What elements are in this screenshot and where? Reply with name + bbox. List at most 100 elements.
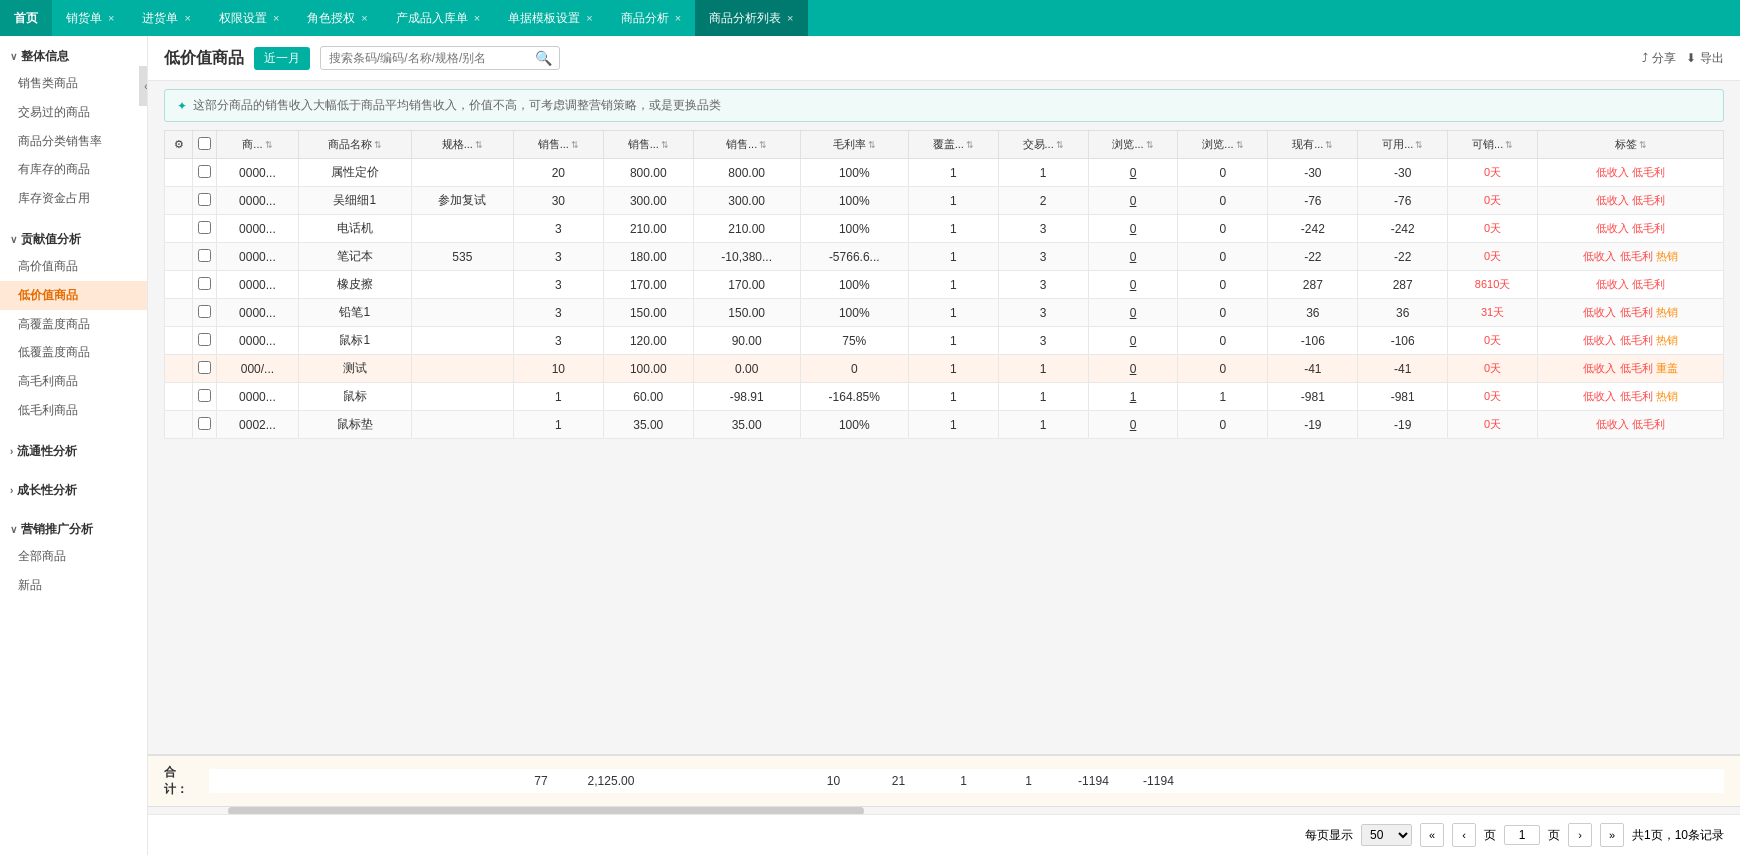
next-page-button[interactable]: › (1568, 823, 1592, 847)
page-input[interactable] (1504, 825, 1540, 845)
horizontal-scrollbar[interactable] (148, 806, 1740, 814)
close-icon[interactable]: × (586, 12, 592, 24)
row-transaction: 1 (998, 159, 1088, 187)
col-spec[interactable]: 规格...⇅ (411, 131, 513, 159)
nav-product-analysis[interactable]: 商品分析 × (607, 0, 695, 36)
col-current-stock[interactable]: 现有...⇅ (1268, 131, 1358, 159)
col-view2[interactable]: 浏览...⇅ (1178, 131, 1268, 159)
row-checkbox[interactable] (198, 249, 211, 262)
col-transaction[interactable]: 交易...⇅ (998, 131, 1088, 159)
col-sales-amount[interactable]: 销售...⇅ (603, 131, 693, 159)
view1-link[interactable]: 0 (1130, 306, 1137, 320)
view1-link[interactable]: 0 (1130, 334, 1137, 348)
share-button[interactable]: ⤴ 分享 (1642, 50, 1676, 67)
view1-link[interactable]: 0 (1130, 250, 1137, 264)
row-view1[interactable]: 1 (1088, 383, 1178, 411)
close-icon[interactable]: × (184, 12, 190, 24)
row-checkbox[interactable] (198, 389, 211, 402)
col-available[interactable]: 可用...⇅ (1358, 131, 1448, 159)
select-all-checkbox[interactable] (198, 137, 211, 150)
view1-link[interactable]: 0 (1130, 278, 1137, 292)
view1-link[interactable]: 0 (1130, 222, 1137, 236)
sidebar-group-title-overall[interactable]: ∨ 整体信息 (0, 42, 147, 69)
row-view1[interactable]: 0 (1088, 215, 1178, 243)
export-button[interactable]: ⬇ 导出 (1686, 50, 1724, 67)
col-sales-profit[interactable]: 销售...⇅ (693, 131, 800, 159)
col-code[interactable]: 商...⇅ (217, 131, 299, 159)
nav-product-analysis-list[interactable]: 商品分析列表 × (695, 0, 807, 36)
prev-page-button[interactable]: ‹ (1452, 823, 1476, 847)
close-icon[interactable]: × (787, 12, 793, 24)
sidebar-item-low-margin[interactable]: 低毛利商品 (0, 396, 147, 425)
sidebar-item-stocked-products[interactable]: 有库存的商品 (0, 155, 147, 184)
first-page-button[interactable]: « (1420, 823, 1444, 847)
row-checkbox[interactable] (198, 221, 211, 234)
close-icon[interactable]: × (675, 12, 681, 24)
sidebar-group-title-marketing[interactable]: ∨ 营销推广分析 (0, 515, 147, 542)
view1-link[interactable]: 1 (1130, 390, 1137, 404)
sidebar-group-title-growth[interactable]: › 成长性分析 (0, 476, 147, 503)
sidebar-group-title-liquidity[interactable]: › 流通性分析 (0, 437, 147, 464)
nav-permissions[interactable]: 权限设置 × (205, 0, 293, 36)
col-margin[interactable]: 毛利率⇅ (800, 131, 908, 159)
sidebar-item-low-value[interactable]: 低价值商品 (0, 281, 147, 310)
close-icon[interactable]: × (474, 12, 480, 24)
col-settings[interactable]: ⚙ (165, 131, 193, 159)
col-saleable[interactable]: 可销...⇅ (1448, 131, 1538, 159)
sidebar-item-new-products[interactable]: 新品 (0, 571, 147, 600)
sidebar-item-high-margin[interactable]: 高毛利商品 (0, 367, 147, 396)
row-view1[interactable]: 0 (1088, 327, 1178, 355)
row-checkbox[interactable] (198, 361, 211, 374)
sidebar-item-category-sales-rate[interactable]: 商品分类销售率 (0, 127, 147, 156)
view1-link[interactable]: 0 (1130, 194, 1137, 208)
row-view1[interactable]: 0 (1088, 243, 1178, 271)
row-checkbox[interactable] (198, 305, 211, 318)
sidebar-collapse-btn[interactable]: « (139, 66, 148, 106)
row-view1[interactable]: 0 (1088, 159, 1178, 187)
nav-purchase-order[interactable]: 进货单 × (128, 0, 204, 36)
col-tags[interactable]: 标签⇅ (1538, 131, 1724, 159)
row-view1[interactable]: 0 (1088, 411, 1178, 439)
row-view1[interactable]: 0 (1088, 355, 1178, 383)
row-view1[interactable]: 0 (1088, 187, 1178, 215)
col-coverage[interactable]: 覆盖...⇅ (908, 131, 998, 159)
sidebar-item-all-products[interactable]: 全部商品 (0, 542, 147, 571)
close-icon[interactable]: × (361, 12, 367, 24)
search-input[interactable] (320, 46, 560, 70)
sidebar-item-low-coverage[interactable]: 低覆盖度商品 (0, 338, 147, 367)
row-checkbox[interactable] (198, 193, 211, 206)
col-view1[interactable]: 浏览...⇅ (1088, 131, 1178, 159)
row-checkbox[interactable] (198, 417, 211, 430)
row-checkbox[interactable] (198, 333, 211, 346)
row-view1[interactable]: 0 (1088, 299, 1178, 327)
per-page-select[interactable]: 50 100 200 (1361, 824, 1412, 846)
view1-link[interactable]: 0 (1130, 166, 1137, 180)
sidebar-item-high-coverage[interactable]: 高覆盖度商品 (0, 310, 147, 339)
sidebar-item-traded-products[interactable]: 交易过的商品 (0, 98, 147, 127)
row-checkbox[interactable] (198, 165, 211, 178)
view1-link[interactable]: 0 (1130, 362, 1137, 376)
nav-sales-order[interactable]: 销货单 × (52, 0, 128, 36)
last-page-button[interactable]: » (1600, 823, 1624, 847)
row-checkbox[interactable] (198, 277, 211, 290)
view1-link[interactable]: 0 (1130, 418, 1137, 432)
period-button[interactable]: 近一月 (254, 47, 310, 70)
col-name[interactable]: 商品名称⇅ (298, 131, 411, 159)
nav-finished-goods[interactable]: 产成品入库单 × (382, 0, 494, 36)
sidebar-item-stock-capital[interactable]: 库存资金占用 (0, 184, 147, 213)
row-current-stock: -76 (1268, 187, 1358, 215)
row-code: 0000... (217, 243, 299, 271)
table-wrap[interactable]: ⚙ 商...⇅ 商品名称⇅ 规格...⇅ 销售...⇅ 销售...⇅ 销售...… (164, 130, 1724, 754)
nav-role-auth[interactable]: 角色授权 × (293, 0, 381, 36)
sidebar-group-title-contribution[interactable]: ∨ 贡献值分析 (0, 225, 147, 252)
col-sales-qty[interactable]: 销售...⇅ (513, 131, 603, 159)
close-icon[interactable]: × (273, 12, 279, 24)
nav-template-settings[interactable]: 单据模板设置 × (494, 0, 606, 36)
close-icon[interactable]: × (108, 12, 114, 24)
sidebar-item-sales-products[interactable]: 销售类商品 (0, 69, 147, 98)
row-checkbox-cell (193, 215, 217, 243)
row-view1[interactable]: 0 (1088, 271, 1178, 299)
row-transaction: 1 (998, 355, 1088, 383)
nav-home[interactable]: 首页 (0, 0, 52, 36)
sidebar-item-high-value[interactable]: 高价值商品 (0, 252, 147, 281)
